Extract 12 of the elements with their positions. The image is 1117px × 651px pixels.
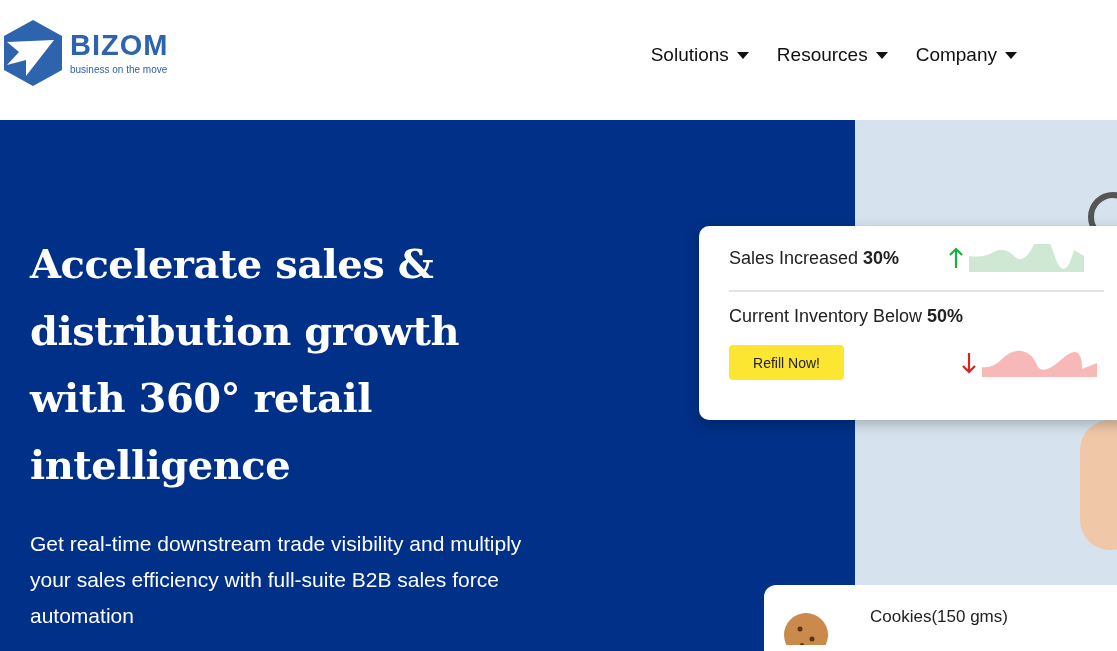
hero-subtext: Get real-time downstream trade visibility and multiply your sales efficiency with full-suite B2B sales force automation	[30, 531, 523, 629]
hero-headline: Accelerate sales & distribution growth with 360° retail intelligence	[30, 239, 461, 490]
stat-text: Sales Increased 30%	[729, 247, 901, 269]
brand-name: BIZOM	[70, 31, 169, 60]
nav-link[interactable]: Resources	[776, 44, 888, 66]
nav-link[interactable]: Company	[915, 44, 1017, 66]
refill-button[interactable]: Refill Now!	[729, 345, 844, 380]
nav-link[interactable]: Solutions	[650, 44, 749, 66]
stat-text: Current Inventory Below 50%	[729, 306, 964, 327]
brand-tagline: business on the move	[70, 64, 169, 75]
logo-icon	[4, 20, 62, 86]
product-name: Cookies(150 gms)	[870, 607, 1008, 628]
